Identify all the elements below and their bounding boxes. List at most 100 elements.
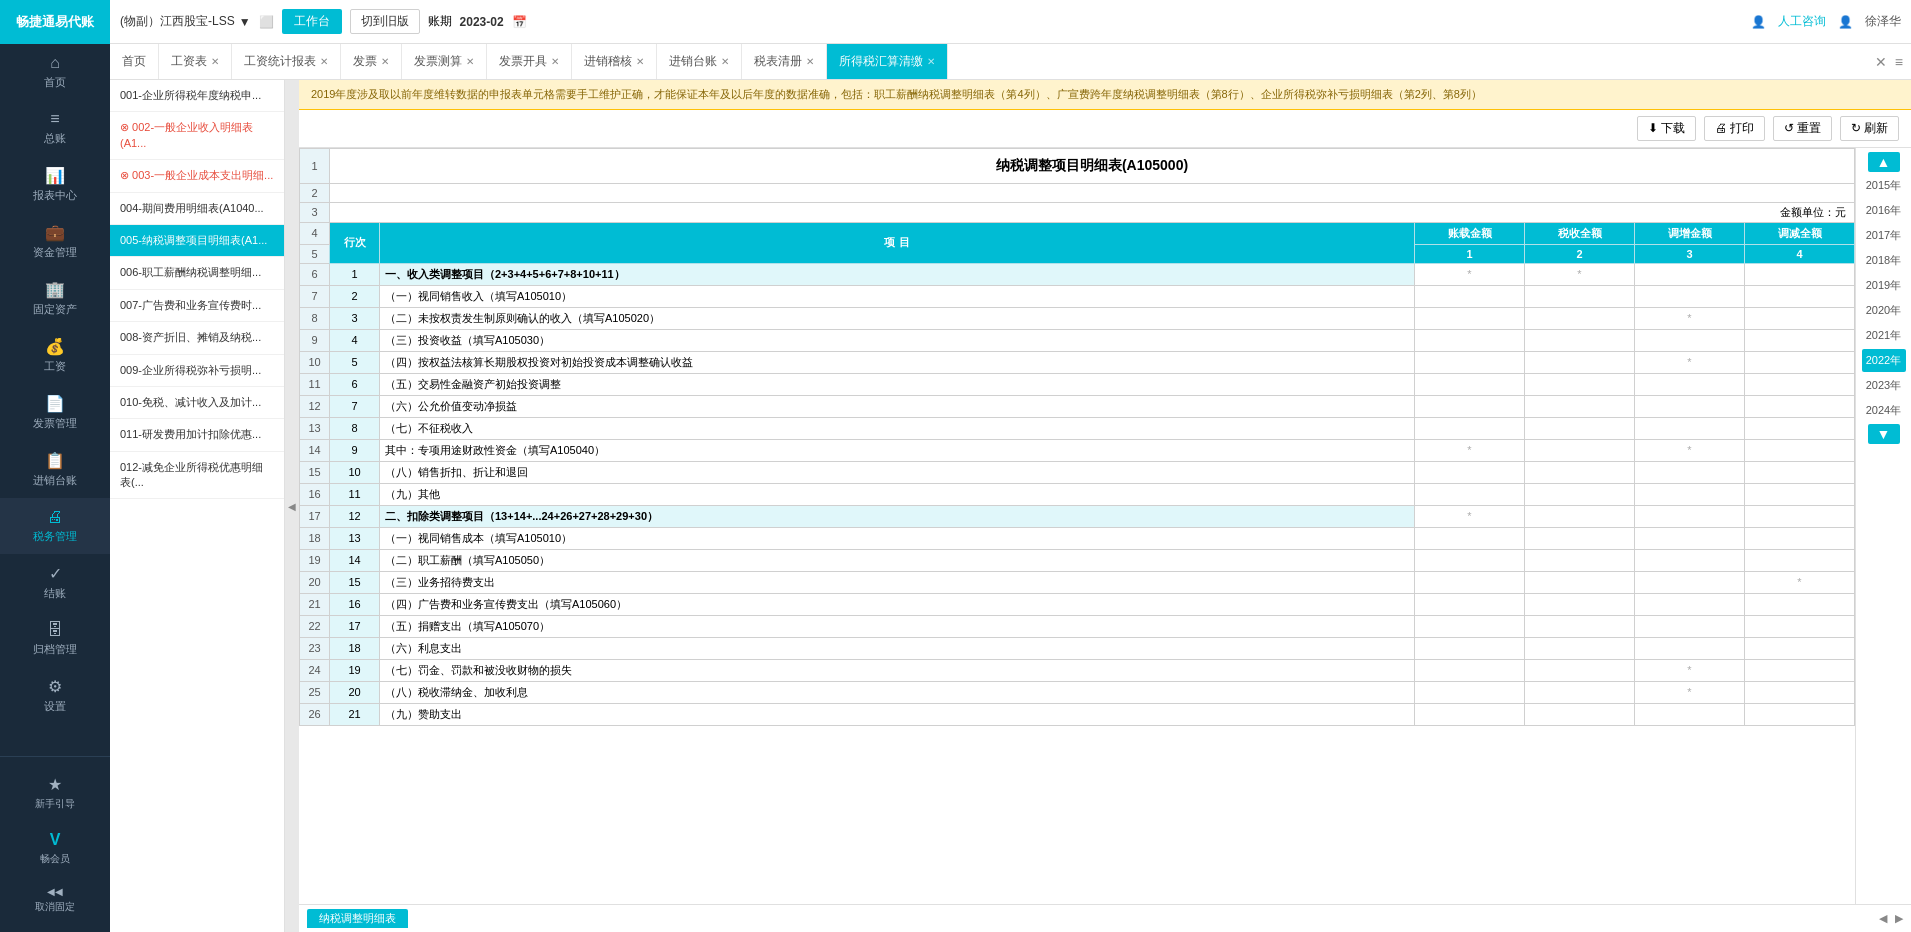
data-cell-col3[interactable]: * [1635,307,1745,329]
tab-salary-stats[interactable]: 工资统计报表 ✕ [232,44,341,80]
data-cell-col4[interactable]: * [1745,571,1855,593]
tab-purchase-check-close-icon[interactable]: ✕ [636,56,644,67]
sidebar-item-settings[interactable]: ⚙ 设置 [0,667,110,724]
left-panel-item-005[interactable]: 005-纳税调整项目明细表(A1... [110,225,284,257]
data-cell-col2[interactable] [1525,483,1635,505]
tab-invoice[interactable]: 发票 ✕ [341,44,402,80]
switch-version-button[interactable]: 切到旧版 [350,9,420,34]
data-cell-col2[interactable] [1525,439,1635,461]
data-cell-col2[interactable] [1525,703,1635,725]
copy-icon[interactable]: ⬜ [259,15,274,29]
data-cell-col3[interactable] [1635,329,1745,351]
left-panel-item-001[interactable]: 001-企业所得税年度纳税申... [110,80,284,112]
data-cell-col4[interactable] [1745,527,1855,549]
year-2021[interactable]: 2021年 [1862,324,1906,347]
panel-collapse-handle[interactable]: ◀ [285,80,299,932]
sidebar-item-settlement[interactable]: ✓ 结账 [0,554,110,611]
data-cell-col2[interactable]: * [1525,263,1635,285]
tab-tax-clear[interactable]: 税表清册 ✕ [742,44,827,80]
data-cell-col1[interactable] [1415,417,1525,439]
data-cell-col2[interactable] [1525,307,1635,329]
data-cell-col4[interactable] [1745,615,1855,637]
left-panel-item-004[interactable]: 004-期间费用明细表(A1040... [110,193,284,225]
data-cell-col2[interactable] [1525,549,1635,571]
user-name[interactable]: 徐泽华 [1865,13,1901,30]
data-cell-col2[interactable] [1525,373,1635,395]
data-cell-col3[interactable] [1635,505,1745,527]
data-cell-col4[interactable] [1745,417,1855,439]
data-cell-col4[interactable] [1745,637,1855,659]
data-cell-col1[interactable] [1415,593,1525,615]
data-cell-col3[interactable] [1635,417,1745,439]
data-cell-col2[interactable] [1525,615,1635,637]
data-cell-col3[interactable] [1635,593,1745,615]
close-all-icon[interactable]: ✕ [1875,54,1887,70]
data-cell-col2[interactable] [1525,351,1635,373]
left-panel-item-009[interactable]: 009-企业所得税弥补亏损明... [110,355,284,387]
tab-purchase-check[interactable]: 进销稽核 ✕ [572,44,657,80]
data-cell-col2[interactable] [1525,571,1635,593]
sidebar-item-asset-mgmt[interactable]: 💼 资金管理 [0,213,110,270]
data-cell-col4[interactable] [1745,505,1855,527]
refresh-button[interactable]: ↻ 刷新 [1840,116,1899,141]
left-panel-item-003[interactable]: ⊗ 003-一般企业成本支出明细... [110,160,284,192]
data-cell-col2[interactable] [1525,395,1635,417]
workbench-button[interactable]: 工作台 [282,9,342,34]
tab-invoice-calc[interactable]: 发票测算 ✕ [402,44,487,80]
left-panel-item-012[interactable]: 012-减免企业所得税优惠明细表(... [110,452,284,500]
data-cell-col3[interactable] [1635,527,1745,549]
data-cell-col2[interactable] [1525,659,1635,681]
data-cell-col3[interactable] [1635,571,1745,593]
left-panel-item-007[interactable]: 007-广告费和业务宣传费时... [110,290,284,322]
data-cell-col1[interactable]: * [1415,263,1525,285]
data-cell-col2[interactable] [1525,527,1635,549]
tab-salary-close-icon[interactable]: ✕ [211,56,219,67]
data-cell-col3[interactable] [1635,285,1745,307]
data-cell-col1[interactable]: * [1415,505,1525,527]
sidebar-item-invoice-mgmt[interactable]: 📄 发票管理 [0,384,110,441]
bottom-tab[interactable]: 纳税调整明细表 [307,909,408,928]
year-2016[interactable]: 2016年 [1862,199,1906,222]
tab-invoice-open[interactable]: 发票开具 ✕ [487,44,572,80]
data-cell-col1[interactable]: * [1415,439,1525,461]
tab-income-tax[interactable]: 所得税汇算清缴 ✕ [827,44,948,80]
tab-invoice-calc-close-icon[interactable]: ✕ [466,56,474,67]
data-cell-col2[interactable] [1525,681,1635,703]
year-2018[interactable]: 2018年 [1862,249,1906,272]
year-2017[interactable]: 2017年 [1862,224,1906,247]
data-cell-col1[interactable] [1415,483,1525,505]
data-cell-col4[interactable] [1745,307,1855,329]
data-cell-col4[interactable] [1745,263,1855,285]
tab-invoice-close-icon[interactable]: ✕ [381,56,389,67]
data-cell-col3[interactable]: * [1635,659,1745,681]
data-cell-col2[interactable] [1525,461,1635,483]
data-cell-col3[interactable]: * [1635,439,1745,461]
data-cell-col4[interactable] [1745,395,1855,417]
data-cell-col4[interactable] [1745,329,1855,351]
data-cell-col1[interactable] [1415,615,1525,637]
data-cell-col2[interactable] [1525,505,1635,527]
data-cell-col4[interactable] [1745,549,1855,571]
tab-salary-stats-close-icon[interactable]: ✕ [320,56,328,67]
data-cell-col3[interactable] [1635,373,1745,395]
tab-home[interactable]: 首页 [110,44,159,80]
data-cell-col4[interactable] [1745,659,1855,681]
data-cell-col3[interactable] [1635,703,1745,725]
left-panel-item-002[interactable]: ⊗ 002-一般企业收入明细表(A1... [110,112,284,160]
sidebar-item-home[interactable]: ⌂ 首页 [0,44,110,100]
data-cell-col1[interactable] [1415,351,1525,373]
company-selector[interactable]: (物副）江西股宝-LSS ▼ [120,13,251,30]
scroll-left-icon[interactable]: ◀ [1879,912,1887,925]
data-cell-col4[interactable] [1745,373,1855,395]
data-cell-col3[interactable] [1635,395,1745,417]
year-down-button[interactable]: ▼ [1868,424,1900,444]
data-cell-col4[interactable] [1745,483,1855,505]
sidebar-item-guide[interactable]: ★ 新手引导 [0,765,110,821]
data-cell-col1[interactable] [1415,461,1525,483]
reset-button[interactable]: ↺ 重置 [1773,116,1832,141]
tab-income-tax-close-icon[interactable]: ✕ [927,56,935,67]
sidebar-item-tax-mgmt[interactable]: 🖨 税务管理 [0,498,110,554]
data-cell-col1[interactable] [1415,703,1525,725]
service-label[interactable]: 人工咨询 [1778,13,1826,30]
sidebar-item-report[interactable]: 📊 报表中心 [0,156,110,213]
